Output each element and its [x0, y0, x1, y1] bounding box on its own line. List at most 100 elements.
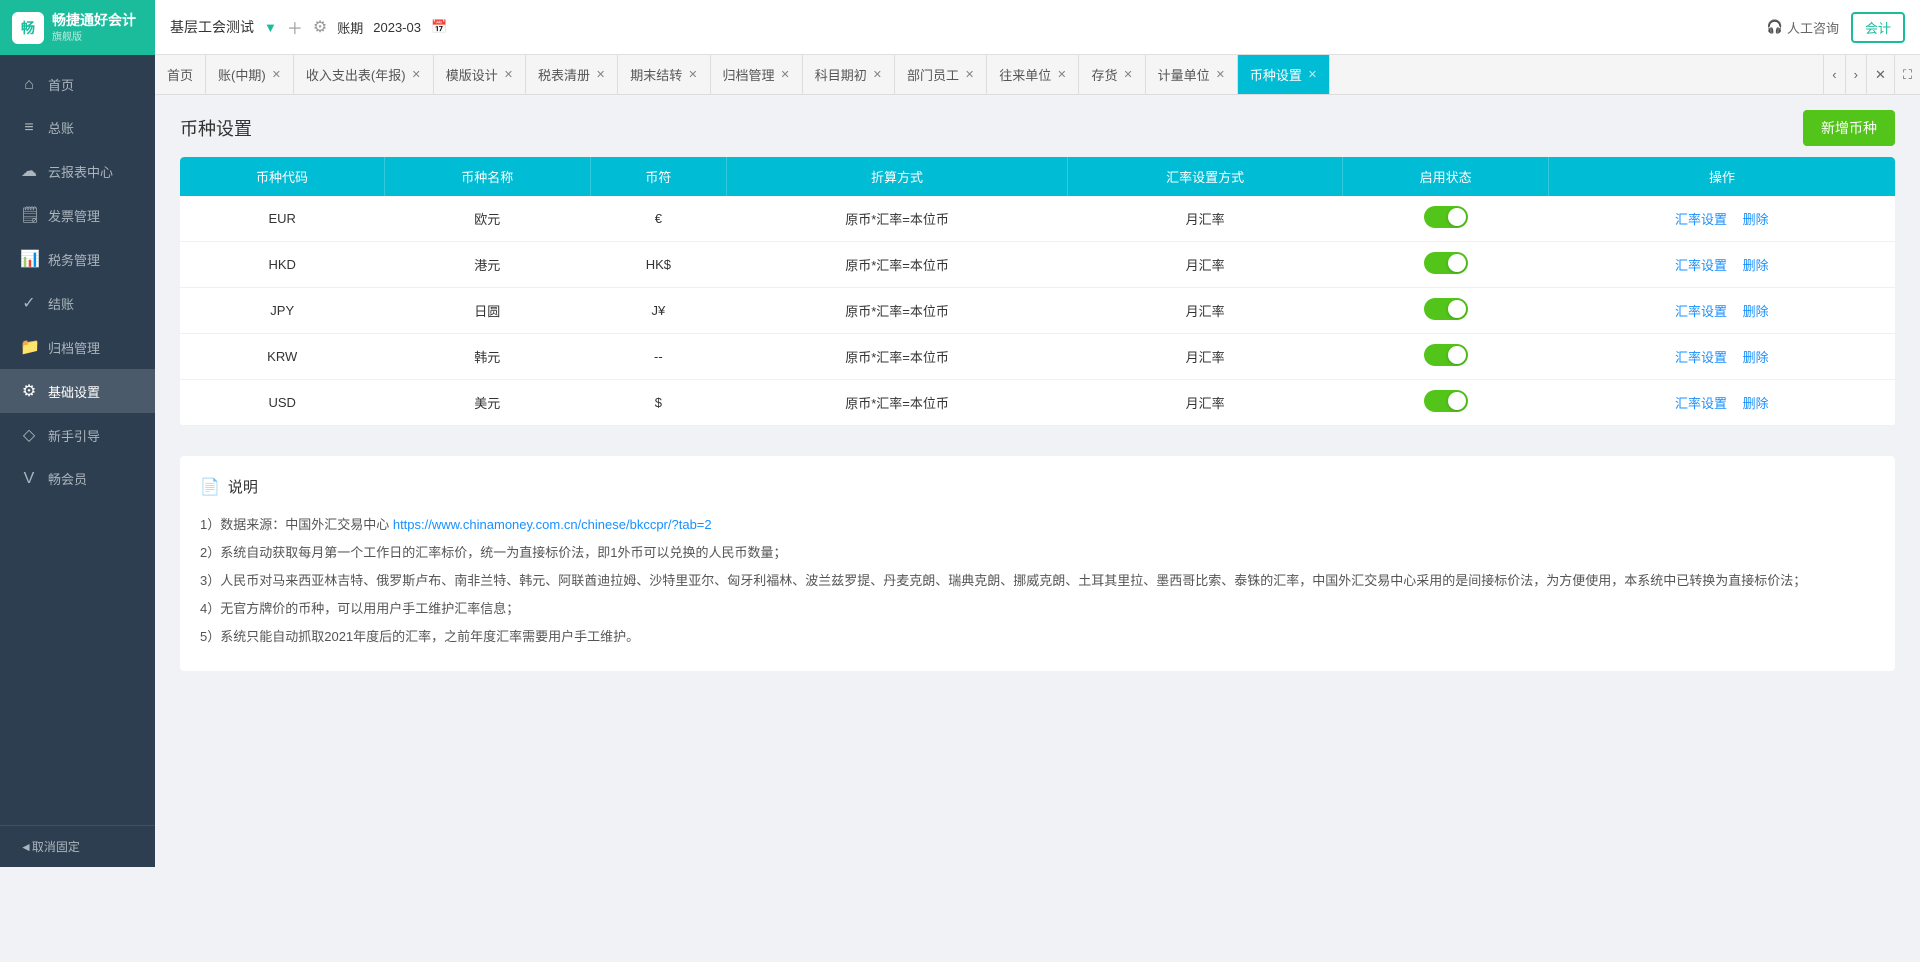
tabs-close-button[interactable]: ✕: [1866, 55, 1894, 95]
tab-close-dept[interactable]: ✕: [965, 68, 974, 81]
tab-dept[interactable]: 部门员工 ✕: [895, 55, 987, 95]
cell-status: [1343, 288, 1549, 334]
sidebar-item-invoice[interactable]: 🗒 发票管理: [0, 193, 155, 237]
sidebar-item-guide[interactable]: ◇ 新手引导: [0, 413, 155, 457]
toggle-enabled[interactable]: [1424, 390, 1468, 412]
rate-settings-link[interactable]: 汇率设置: [1675, 258, 1727, 273]
header-left: 基层工会测试 ▼ ＋ ⚙ 账期 2023-03 📅: [170, 15, 447, 39]
tab-currency[interactable]: 币种设置 ✕: [1238, 55, 1330, 95]
tab-income[interactable]: 收入支出表(年报) ✕: [294, 55, 434, 95]
toggle-thumb: [1448, 392, 1466, 410]
tab-close-archive[interactable]: ✕: [781, 68, 790, 81]
notes-title: 📄 说明: [200, 476, 1875, 497]
cell-name: 美元: [384, 380, 590, 426]
tab-close-tax[interactable]: ✕: [596, 68, 605, 81]
tab-period[interactable]: 账(中期) ✕: [206, 55, 294, 95]
sidebar-nav: ⌂ 首页 ≡ 总账 ☁ 云报表中心 🗒 发票管理 📊 税务管理 ✓ 结账 📁 归…: [0, 55, 155, 825]
tab-home[interactable]: 首页: [155, 55, 206, 95]
tab-close-income[interactable]: ✕: [412, 68, 421, 81]
toggle-thumb: [1448, 208, 1466, 226]
delete-link[interactable]: 删除: [1743, 258, 1769, 273]
rate-settings-link[interactable]: 汇率设置: [1675, 304, 1727, 319]
tab-close-contacts[interactable]: ✕: [1057, 68, 1066, 81]
logo-text: 畅捷通好会计 旗舰版: [52, 12, 136, 44]
notes-item: 1）数据来源：中国外汇交易中心 https://www.chinamoney.c…: [200, 511, 1875, 539]
cell-rate-type: 月汇率: [1068, 334, 1343, 380]
cell-status: [1343, 242, 1549, 288]
cell-status: [1343, 196, 1549, 242]
tab-close-subject[interactable]: ✕: [873, 68, 882, 81]
rate-settings-link[interactable]: 汇率设置: [1675, 350, 1727, 365]
table-row: KRW 韩元 -- 原币*汇率=本位币 月汇率 汇率设置 删除: [180, 334, 1895, 380]
col-calc: 折算方式: [726, 157, 1067, 196]
tab-close-period[interactable]: ✕: [272, 68, 281, 81]
rate-settings-link[interactable]: 汇率设置: [1675, 396, 1727, 411]
settings-gear-icon[interactable]: ⚙: [313, 17, 327, 37]
header: 基层工会测试 ▼ ＋ ⚙ 账期 2023-03 📅 🎧 人工咨询 会计: [155, 0, 1920, 55]
tab-contacts[interactable]: 往来单位 ✕: [987, 55, 1079, 95]
cell-actions: 汇率设置 删除: [1549, 288, 1895, 334]
cell-calc: 原币*汇率=本位币: [726, 334, 1067, 380]
toggle-thumb: [1448, 254, 1466, 272]
toggle-thumb: [1448, 300, 1466, 318]
table-row: EUR 欧元 € 原币*汇率=本位币 月汇率 汇率设置 删除: [180, 196, 1895, 242]
cell-calc: 原币*汇率=本位币: [726, 288, 1067, 334]
new-currency-button[interactable]: 新增币种: [1803, 110, 1895, 146]
tabs-expand-button[interactable]: ⛶: [1894, 55, 1920, 95]
logo-icon: 畅: [12, 12, 44, 44]
tab-close-unit[interactable]: ✕: [1216, 68, 1225, 81]
period-label: 账期: [337, 18, 363, 37]
tab-close-inventory[interactable]: ✕: [1123, 68, 1132, 81]
tab-period-end[interactable]: 期末结转 ✕: [618, 55, 710, 95]
cell-symbol: HK$: [590, 242, 726, 288]
notes-icon: 📄: [200, 477, 220, 497]
sidebar-item-home[interactable]: ⌂ 首页: [0, 63, 155, 106]
tab-subject[interactable]: 科目期初 ✕: [803, 55, 895, 95]
delete-link[interactable]: 删除: [1743, 212, 1769, 227]
delete-link[interactable]: 删除: [1743, 396, 1769, 411]
sidebar-item-reports[interactable]: ☁ 云报表中心: [0, 149, 155, 193]
toggle-thumb: [1448, 346, 1466, 364]
toggle-enabled[interactable]: [1424, 252, 1468, 274]
archive-icon: 📁: [20, 337, 38, 357]
user-role-button[interactable]: 会计: [1851, 12, 1905, 43]
tab-unit[interactable]: 计量单位 ✕: [1146, 55, 1238, 95]
company-dropdown-icon[interactable]: ▼: [264, 20, 277, 35]
toggle-track: [1424, 252, 1468, 274]
page-title: 币种设置: [180, 115, 1895, 141]
support-button[interactable]: 🎧 人工咨询: [1767, 18, 1839, 37]
cell-code: KRW: [180, 334, 384, 380]
tab-close-period-end[interactable]: ✕: [688, 68, 697, 81]
tab-close-template[interactable]: ✕: [504, 68, 513, 81]
tab-template[interactable]: 模版设计 ✕: [434, 55, 526, 95]
sidebar-footer[interactable]: ◄取消固定: [0, 825, 155, 867]
cell-code: HKD: [180, 242, 384, 288]
tabs-next-button[interactable]: ›: [1845, 55, 1866, 95]
tab-tax[interactable]: 税表清册 ✕: [526, 55, 618, 95]
add-tab-icon[interactable]: ＋: [287, 15, 303, 39]
sidebar-item-ledger[interactable]: ≡ 总账: [0, 106, 155, 149]
table-header-row: 币种代码 币种名称 币符 折算方式 汇率设置方式 启用状态 操作: [180, 157, 1895, 196]
toggle-track: [1424, 390, 1468, 412]
tab-archive[interactable]: 归档管理 ✕: [711, 55, 803, 95]
sidebar-item-archive[interactable]: 📁 归档管理: [0, 325, 155, 369]
rate-settings-link[interactable]: 汇率设置: [1675, 212, 1727, 227]
sidebar-item-member[interactable]: V 畅会员: [0, 457, 155, 500]
sidebar-item-tax[interactable]: 📊 税务管理: [0, 237, 155, 281]
notes-external-link[interactable]: https://www.chinamoney.com.cn/chinese/bk…: [393, 517, 712, 532]
toggle-enabled[interactable]: [1424, 298, 1468, 320]
delete-link[interactable]: 删除: [1743, 350, 1769, 365]
col-actions: 操作: [1549, 157, 1895, 196]
sidebar-item-checkout[interactable]: ✓ 结账: [0, 281, 155, 325]
cell-rate-type: 月汇率: [1068, 380, 1343, 426]
tabs-prev-button[interactable]: ‹: [1823, 55, 1844, 95]
tab-close-currency[interactable]: ✕: [1308, 68, 1317, 81]
calendar-icon[interactable]: 📅: [431, 19, 447, 35]
toggle-enabled[interactable]: [1424, 344, 1468, 366]
sidebar-item-settings[interactable]: ⚙ 基础设置: [0, 369, 155, 413]
toggle-enabled[interactable]: [1424, 206, 1468, 228]
tabs-nav: ‹ › ✕ ⛶: [1823, 55, 1920, 95]
tab-inventory[interactable]: 存货 ✕: [1079, 55, 1145, 95]
cell-symbol: €: [590, 196, 726, 242]
delete-link[interactable]: 删除: [1743, 304, 1769, 319]
